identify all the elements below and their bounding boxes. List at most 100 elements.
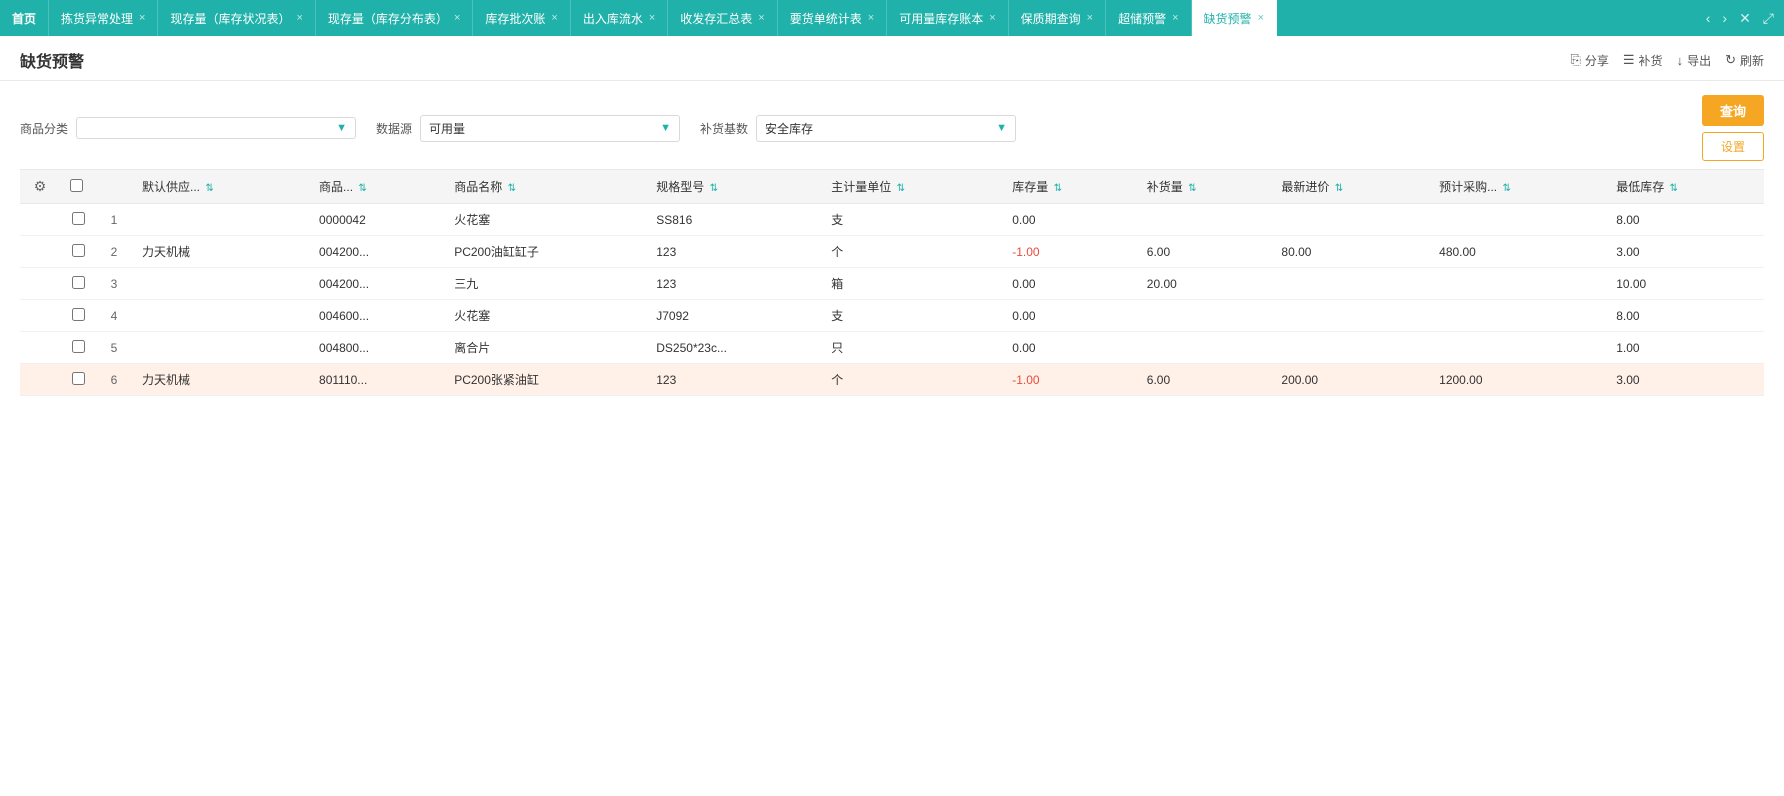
tab-inventory-status[interactable]: 现存量（库存状况表） ×: [158, 0, 315, 36]
row-estimated-purchase: [1429, 268, 1606, 300]
page-title: 缺货预警: [20, 48, 84, 72]
table-row: 4 004600... 火花塞 J7092 支 0.00 8.00: [20, 300, 1764, 332]
tab-receipt-summary[interactable]: 收发存汇总表 ×: [668, 0, 777, 36]
row-default-supplier: [132, 332, 309, 364]
row-settings-cell: [20, 332, 60, 364]
row-checkbox[interactable]: [72, 308, 85, 321]
row-unit: 只: [821, 332, 1002, 364]
row-product-name: PC200油缸缸子: [444, 236, 646, 268]
close-tab-batch-account[interactable]: ×: [551, 12, 557, 24]
replenish-base-filter-group: 补货基数 安全库存 ▼: [700, 115, 1016, 142]
tab-close-all-button[interactable]: ✕: [1733, 8, 1757, 29]
row-product-code: 004200...: [309, 236, 444, 268]
col-checkbox: [60, 170, 96, 204]
row-stock: -1.00: [1002, 364, 1137, 396]
tab-exception[interactable]: 拣货异常处理 ×: [49, 0, 158, 36]
row-replenish-qty: 20.00: [1137, 268, 1272, 300]
tab-nav-buttons: ‹ › ✕ ⤢: [1696, 8, 1784, 29]
tab-available-account[interactable]: 可用量库存账本 ×: [887, 0, 1008, 36]
tab-inventory-dist[interactable]: 现存量（库存分布表） ×: [316, 0, 473, 36]
table-container: ⚙ 默认供应... ⇅ 商品... ⇅ 商品名称: [0, 169, 1784, 396]
query-button[interactable]: 查询: [1702, 95, 1764, 126]
row-checkbox-cell[interactable]: [60, 268, 96, 300]
tab-expand-button[interactable]: ⤢: [1757, 8, 1780, 29]
row-settings-cell: [20, 204, 60, 236]
settings-icon[interactable]: ⚙: [30, 178, 50, 195]
row-spec: SS816: [646, 204, 821, 236]
settings-button[interactable]: 设置: [1702, 132, 1764, 161]
datasource-filter-group: 数据源 可用量 ▼: [376, 115, 680, 142]
filter-row: 商品分类 ▼ 数据源 可用量 ▼ 补货基数 安全库存 ▼ 查询 设置: [0, 81, 1784, 169]
close-tab-expiry-query[interactable]: ×: [1087, 12, 1093, 24]
row-replenish-qty: [1137, 204, 1272, 236]
row-checkbox[interactable]: [72, 276, 85, 289]
datasource-select[interactable]: 可用量 ▼: [420, 115, 680, 142]
refresh-button[interactable]: ↻ 刷新: [1725, 52, 1764, 69]
row-product-code: 004600...: [309, 300, 444, 332]
tab-next-button[interactable]: ›: [1716, 8, 1733, 28]
row-checkbox-cell[interactable]: [60, 236, 96, 268]
tab-order-stats[interactable]: 要货单统计表 ×: [778, 0, 887, 36]
row-checkbox-cell[interactable]: [60, 332, 96, 364]
row-product-name: 火花塞: [444, 300, 646, 332]
close-tab-available-account[interactable]: ×: [989, 12, 995, 24]
row-checkbox[interactable]: [72, 244, 85, 257]
category-filter-label: 商品分类: [20, 120, 68, 137]
export-button[interactable]: ↓ 导出: [1677, 52, 1712, 69]
row-estimated-purchase: [1429, 332, 1606, 364]
row-unit: 个: [821, 236, 1002, 268]
close-tab-shortage[interactable]: ×: [1258, 12, 1264, 24]
category-select-arrow: ▼: [336, 122, 347, 134]
close-tab-inventory-status[interactable]: ×: [296, 12, 302, 24]
row-stock: 0.00: [1002, 332, 1137, 364]
col-replenish-qty: 补货量 ⇅: [1137, 170, 1272, 204]
row-latest-price: 80.00: [1271, 236, 1429, 268]
table-header-row: ⚙ 默认供应... ⇅ 商品... ⇅ 商品名称: [20, 170, 1764, 204]
row-stock: -1.00: [1002, 236, 1137, 268]
tab-shortage[interactable]: 缺货预警 ×: [1192, 0, 1277, 36]
filter-right-buttons: 查询 设置: [1702, 95, 1764, 161]
tab-overstock[interactable]: 超储预警 ×: [1106, 0, 1191, 36]
tab-expiry-query[interactable]: 保质期查询 ×: [1009, 0, 1106, 36]
col-spec: 规格型号 ⇅: [646, 170, 821, 204]
category-filter-group: 商品分类 ▼: [20, 117, 356, 139]
row-number: 6: [96, 364, 132, 396]
row-default-supplier: 力天机械: [132, 236, 309, 268]
tab-prev-button[interactable]: ‹: [1700, 8, 1717, 28]
row-checkbox-cell[interactable]: [60, 204, 96, 236]
tab-inout-flow[interactable]: 出入库流水 ×: [571, 0, 668, 36]
close-tab-inout-flow[interactable]: ×: [649, 12, 655, 24]
row-unit: 支: [821, 204, 1002, 236]
category-select[interactable]: ▼: [76, 117, 356, 139]
row-checkbox[interactable]: [72, 212, 85, 225]
row-min-stock: 1.00: [1606, 332, 1764, 364]
close-tab-overstock[interactable]: ×: [1172, 12, 1178, 24]
close-tab-order-stats[interactable]: ×: [868, 12, 874, 24]
row-latest-price: 200.00: [1271, 364, 1429, 396]
row-number: 1: [96, 204, 132, 236]
row-replenish-qty: 6.00: [1137, 364, 1272, 396]
row-checkbox[interactable]: [72, 340, 85, 353]
row-checkbox-cell[interactable]: [60, 300, 96, 332]
row-estimated-purchase: 480.00: [1429, 236, 1606, 268]
row-checkbox-cell[interactable]: [60, 364, 96, 396]
select-all-checkbox[interactable]: [70, 179, 83, 192]
row-stock: 0.00: [1002, 268, 1137, 300]
table-row: 1 0000042 火花塞 SS816 支 0.00 8.00: [20, 204, 1764, 236]
row-estimated-purchase: [1429, 300, 1606, 332]
close-tab-receipt-summary[interactable]: ×: [758, 12, 764, 24]
refresh-icon: ↻: [1725, 52, 1736, 68]
row-checkbox[interactable]: [72, 372, 85, 385]
col-stock: 库存量 ⇅: [1002, 170, 1137, 204]
close-tab-inventory-dist[interactable]: ×: [454, 12, 460, 24]
close-tab-exception[interactable]: ×: [139, 12, 145, 24]
row-unit: 个: [821, 364, 1002, 396]
tab-batch-account[interactable]: 库存批次账 ×: [473, 0, 570, 36]
replenish-button[interactable]: ☰ 补货: [1623, 52, 1663, 69]
row-unit: 箱: [821, 268, 1002, 300]
row-settings-cell: [20, 364, 60, 396]
sort-icon-spec: ⇅: [710, 183, 718, 194]
replenish-base-select[interactable]: 安全库存 ▼: [756, 115, 1016, 142]
share-button[interactable]: ⎘ 分享: [1570, 52, 1608, 69]
tab-home[interactable]: 首页: [0, 0, 49, 36]
